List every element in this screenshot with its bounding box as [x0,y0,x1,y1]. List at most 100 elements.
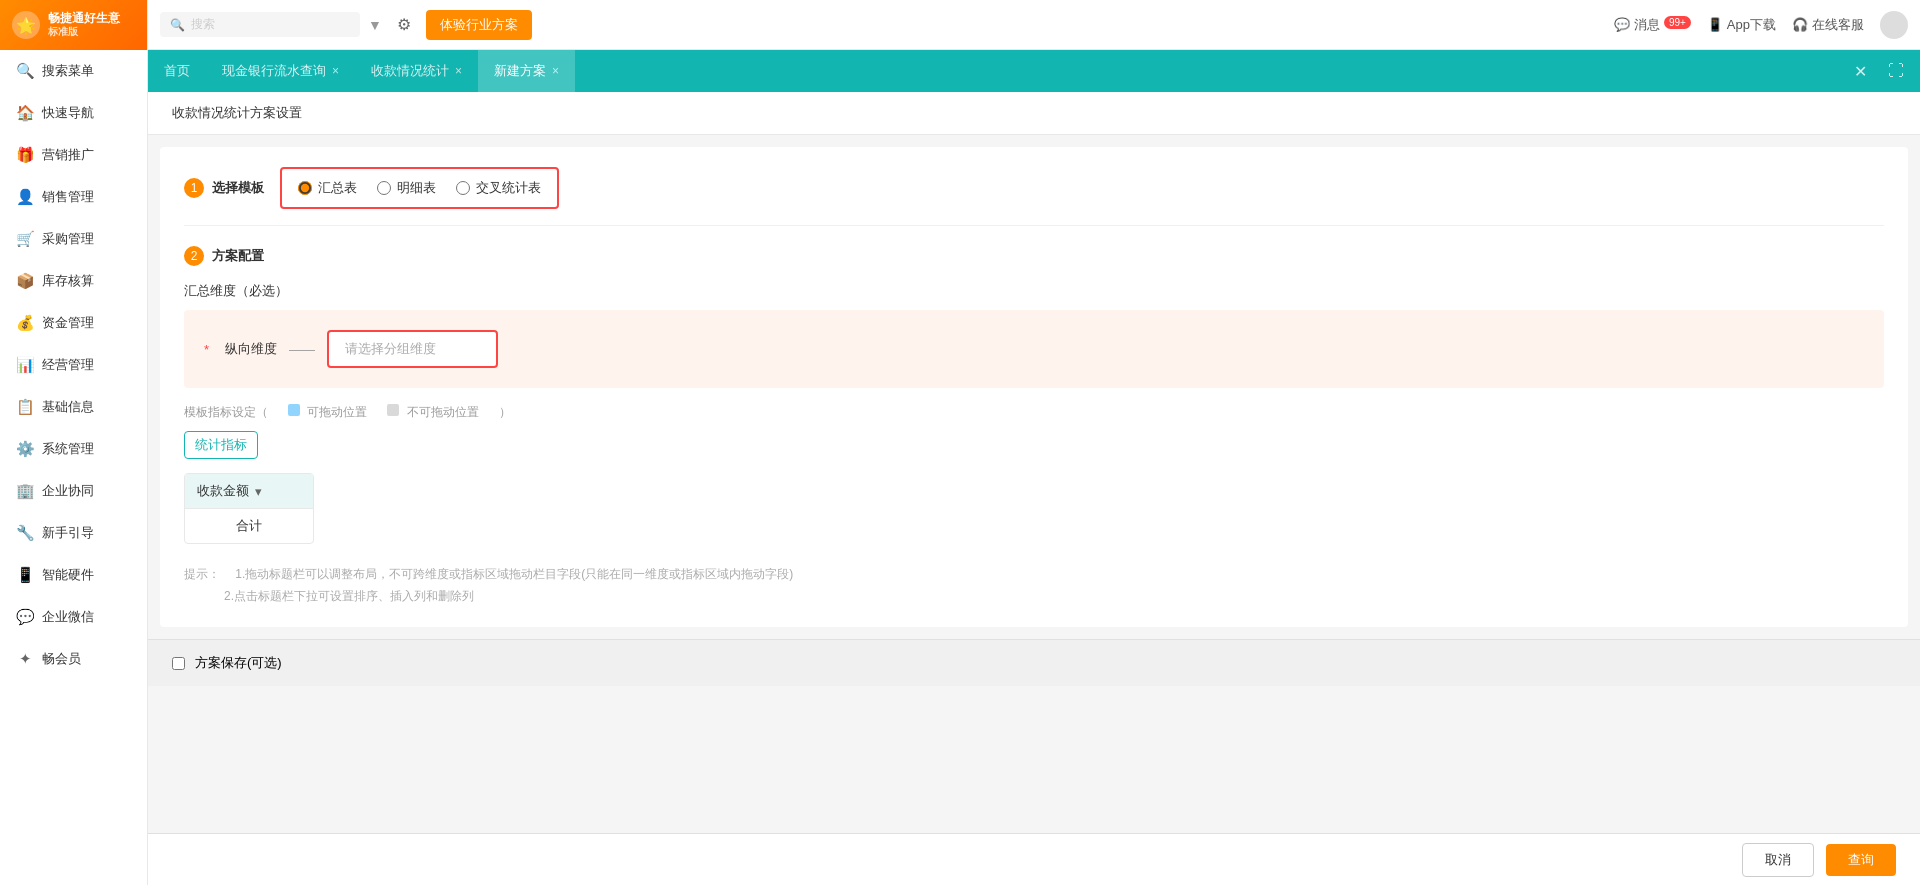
metrics-total-row: 合计 [185,509,313,543]
tip-row-1: 提示： 1.拖动标题栏可以调整布局，不可跨维度或指标区域拖动栏目字段(只能在同一… [184,564,1884,586]
tab-new-close-icon[interactable]: × [552,64,559,78]
topbar-right: 💬 消息 99+ 📱 App下载 🎧 在线客服 [1614,11,1908,39]
tab-expand-icon[interactable]: ⛶ [1882,57,1910,85]
metrics-hint-label: 模板指标设定（ [184,404,268,421]
step2-title: 方案配置 [212,247,264,265]
save-checkbox-label[interactable]: 方案保存(可选) [195,654,282,672]
subsection-label: 汇总维度（必选） [184,282,1884,300]
sidebar-item-finance[interactable]: 💰 资金管理 [0,302,147,344]
service-item[interactable]: 🎧 在线客服 [1792,16,1864,34]
step1-number: 1 [184,178,204,198]
chevron-down-icon[interactable]: ▾ [255,484,262,499]
sidebar-item-quick-nav[interactable]: 🏠 快速导航 [0,92,147,134]
sidebar-item-inventory[interactable]: 📦 库存核算 [0,260,147,302]
sidebar-item-purchase[interactable]: 🛒 采购管理 [0,218,147,260]
metrics-section-label: 统计指标 [184,431,258,459]
sidebar-item-member[interactable]: ✦ 畅会员 [0,638,147,680]
user-avatar[interactable] [1880,11,1908,39]
tip-2-text: 2.点击标题栏下拉可设置排序、插入列和删除列 [224,589,474,603]
dropdown-icon[interactable]: ▼ [368,17,382,33]
sidebar-item-label: 销售管理 [42,188,94,206]
tip-row-2: 2.点击标题栏下拉可设置排序、插入列和删除列 [184,586,1884,608]
tip-1-text: 1.拖动标题栏可以调整布局，不可跨维度或指标区域拖动栏目字段(只能在同一维度或指… [235,567,793,581]
solution-button[interactable]: 体验行业方案 [426,10,532,40]
download-icon: 📱 [1707,17,1723,32]
hardware-icon: 📱 [16,566,34,584]
tab-stat-close-icon[interactable]: × [455,64,462,78]
sidebar-item-label: 采购管理 [42,230,94,248]
divider1 [184,225,1884,226]
sidebar-item-system[interactable]: ⚙️ 系统管理 [0,428,147,470]
message-label: 消息 [1634,16,1660,34]
radio-detail-input[interactable] [377,181,391,195]
confirm-button[interactable]: 查询 [1826,844,1896,876]
tab-bank[interactable]: 现金银行流水查询 × [206,50,355,92]
dimension-select[interactable]: 请选择分组维度 [327,330,498,368]
service-icon: 🎧 [1792,17,1808,32]
step1-header: 1 选择模板 汇总表 明细表 交叉统计表 [184,167,1884,209]
sidebar-item-label: 营销推广 [42,146,94,164]
tab-stat[interactable]: 收款情况统计 × [355,50,478,92]
dimension-placeholder: 请选择分组维度 [345,341,436,356]
radio-summary[interactable]: 汇总表 [298,179,357,197]
footer-bar: 取消 查询 [148,833,1920,885]
wechat-icon: 💬 [16,608,34,626]
logo-badge: 标准版 [48,25,120,39]
dimension-row: * 纵向维度 —— 请选择分组维度 [204,330,1864,368]
tab-close-all-icon[interactable]: ✕ [1846,57,1874,85]
sidebar-item-search-menu[interactable]: 🔍 搜索菜单 [0,50,147,92]
sidebar-item-wechat[interactable]: 💬 企业微信 [0,596,147,638]
sidebar-item-basic[interactable]: 📋 基础信息 [0,386,147,428]
tab-new[interactable]: 新建方案 × [478,50,575,92]
download-item[interactable]: 📱 App下载 [1707,16,1776,34]
sidebar-item-hardware[interactable]: 📱 智能硬件 [0,554,147,596]
save-checkbox[interactable] [172,657,185,670]
sales-icon: 👤 [16,188,34,206]
tips-section: 提示： 1.拖动标题栏可以调整布局，不可跨维度或指标区域拖动栏目字段(只能在同一… [184,564,1884,607]
radio-detail-label: 明细表 [397,179,436,197]
arrow-line: —— [289,342,315,357]
message-item[interactable]: 💬 消息 99+ [1614,16,1691,34]
template-select-box: 汇总表 明细表 交叉统计表 [280,167,559,209]
step1-title: 选择模板 [212,179,264,197]
radio-cross-input[interactable] [456,181,470,195]
metrics-table: 收款金额 ▾ 合计 [184,473,314,544]
sidebar-logo: 🌟 畅捷通好生意 标准版 [0,0,147,50]
save-section: 方案保存(可选) [148,639,1920,686]
sidebar-item-marketing[interactable]: 🎁 营销推广 [0,134,147,176]
page-header: 收款情况统计方案设置 [148,92,1920,135]
metrics-section: 模板指标设定（ 可拖动位置 不可拖动位置 ） 统计指标 [184,404,1884,544]
sidebar-item-label: 畅会员 [42,650,81,668]
logo-text: 畅捷通好生意 [48,11,120,25]
cancel-button[interactable]: 取消 [1742,843,1814,877]
topbar-search-box[interactable]: 🔍 搜索 [160,12,360,37]
sidebar-item-guide[interactable]: 🔧 新手引导 [0,512,147,554]
settings-icon[interactable]: ⚙ [390,11,418,39]
sidebar-item-operation[interactable]: 📊 经营管理 [0,344,147,386]
radio-detail[interactable]: 明细表 [377,179,436,197]
radio-cross[interactable]: 交叉统计表 [456,179,541,197]
tab-bank-close-icon[interactable]: × [332,64,339,78]
tab-stat-label: 收款情况统计 [371,62,449,80]
metrics-header-label: 收款金额 [197,482,249,500]
radio-summary-input[interactable] [298,181,312,195]
metrics-header[interactable]: 收款金额 ▾ [185,474,313,509]
sidebar-item-label: 库存核算 [42,272,94,290]
tab-home[interactable]: 首页 [148,50,206,92]
radio-summary-label: 汇总表 [318,179,357,197]
search-placeholder: 搜索 [191,16,215,33]
search-menu-icon: 🔍 [16,62,34,80]
step2-number: 2 [184,246,204,266]
fixed-dot [387,404,399,416]
sidebar-item-corp[interactable]: 🏢 企业协同 [0,470,147,512]
tabbar: 首页 现金银行流水查询 × 收款情况统计 × 新建方案 × ✕ ⛶ [148,50,1920,92]
basic-icon: 📋 [16,398,34,416]
operation-icon: 📊 [16,356,34,374]
dimension-area: * 纵向维度 —— 请选择分组维度 [184,310,1884,388]
sidebar-item-label: 新手引导 [42,524,94,542]
fixed-label: 不可拖动位置 [407,405,479,419]
sidebar-item-label: 搜索菜单 [42,62,94,80]
movable-label: 可拖动位置 [307,405,367,419]
sidebar-item-sales[interactable]: 👤 销售管理 [0,176,147,218]
step2-header: 2 方案配置 [184,246,1884,266]
